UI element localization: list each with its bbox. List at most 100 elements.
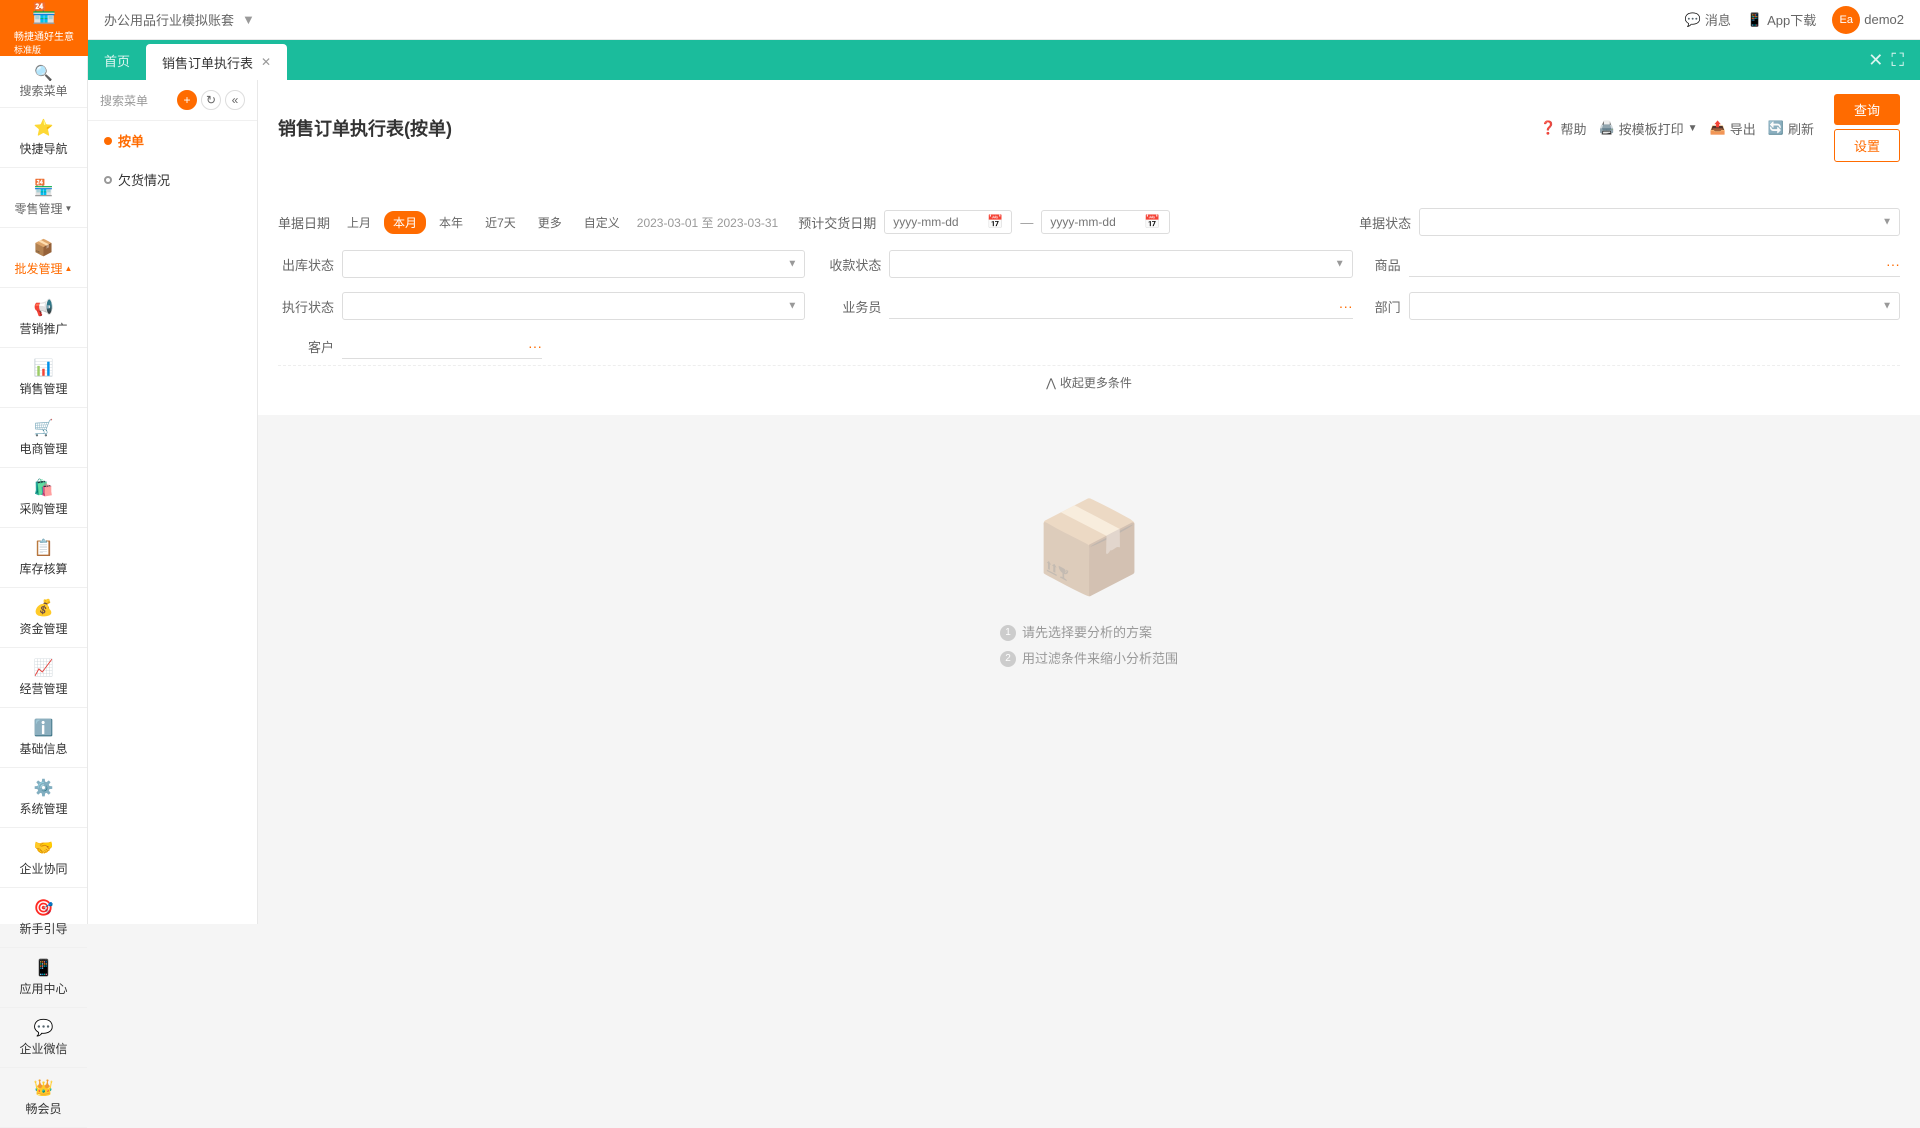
collect-status-select-wrap: ▼ (889, 250, 1352, 278)
empty-state-tips: 1 请先选择要分析的方案 2 用过滤条件来缩小分析范围 (1000, 620, 1178, 672)
sidebar-item-wechat[interactable]: 💬 企业微信 (0, 1008, 87, 1068)
sidebar-item-basic[interactable]: ℹ️ 基础信息 (0, 708, 87, 768)
goods-dots-icon[interactable]: ··· (1886, 256, 1900, 272)
user-avatar-area[interactable]: Ea demo2 (1832, 6, 1904, 34)
breadcrumb-arrow-icon[interactable]: ▼ (242, 12, 255, 27)
date-this-year-btn[interactable]: 本年 (430, 211, 472, 234)
expected-date-area: 预计交货日期 📅 — 📅 (798, 210, 1339, 234)
tab-expand-area: ✕ ⛶ (1868, 50, 1920, 71)
empty-state-icon: 📦 (1033, 495, 1145, 600)
sidebar-item-vip[interactable]: 👑 畅会员 (0, 1068, 87, 1128)
settings-button[interactable]: 设置 (1834, 129, 1900, 162)
sub-sidebar-header: 搜索菜单 + ↻ « (88, 80, 257, 121)
help-button[interactable]: ❓ 帮助 (1540, 119, 1586, 138)
collect-status-label: 收款状态 (825, 255, 881, 274)
calendar-to-icon[interactable]: 📅 (1144, 214, 1160, 230)
query-button[interactable]: 查询 (1834, 94, 1900, 125)
dept-select-wrap: ▼ (1409, 292, 1900, 320)
goods-input-area[interactable]: ··· (1409, 252, 1900, 277)
tab-home[interactable]: 首页 (88, 40, 146, 80)
collect-status-select[interactable] (889, 250, 1352, 278)
dept-select[interactable] (1409, 292, 1900, 320)
tabbar: 首页 销售订单执行表 ✕ ✕ ⛶ (88, 40, 1920, 80)
print-template-button[interactable]: 🖨️ 按模板打印 ▼ (1598, 119, 1697, 138)
status-label: 单据状态 (1359, 213, 1411, 232)
sidebar-item-quick-nav[interactable]: ⭐ 快捷导航 (0, 108, 87, 168)
collapse-more-button[interactable]: ⋀ 收起更多条件 (1046, 374, 1132, 391)
tab-maximize-icon[interactable]: ⛶ (1891, 50, 1904, 71)
customer-dots-icon[interactable]: ··· (528, 338, 542, 354)
date-last-month-btn[interactable]: 上月 (338, 211, 380, 234)
sidebar-item-finance[interactable]: 💰 资金管理 (0, 588, 87, 648)
sub-search-label: 搜索菜单 (100, 92, 148, 109)
sidebar-item-search[interactable]: 🔍 搜索菜单 (0, 56, 87, 108)
active-dot-icon (104, 137, 112, 145)
sidebar-item-inventory[interactable]: 📋 库存核算 (0, 528, 87, 588)
sidebar-item-wholesale[interactable]: 📦 批发管理▲ (0, 228, 87, 288)
empty-tip-2: 2 用过滤条件来缩小分析范围 (1000, 646, 1178, 672)
goods-area: 商品 ··· (1373, 252, 1900, 277)
sidebar-item-purchase[interactable]: 🛍️ 采购管理 (0, 468, 87, 528)
salesperson-area: 业务员 ··· (825, 294, 1352, 319)
tab-close-all-icon[interactable]: ✕ (1868, 50, 1883, 71)
tab-sales-order[interactable]: 销售订单执行表 ✕ (146, 44, 287, 80)
tab-close-icon[interactable]: ✕ (261, 55, 271, 69)
search-form: 单据日期 上月 本月 本年 近7天 更多 自定义 2023-03-01 至 20… (258, 192, 1920, 415)
export-button[interactable]: 📤 导出 (1710, 119, 1756, 138)
collapse-icon: ⋀ (1046, 376, 1056, 390)
expected-date-from-input[interactable]: 📅 (884, 210, 1012, 234)
sidebar-item-ecommerce[interactable]: 🛒 电商管理 (0, 408, 87, 468)
sidebar-item-marketing[interactable]: 📢 营销推广 (0, 288, 87, 348)
expected-date-to-field[interactable] (1050, 215, 1140, 229)
sidebar-item-appstore[interactable]: 📱 应用中心 (0, 948, 87, 1008)
add-plan-button[interactable]: + (177, 90, 197, 110)
exec-status-select-wrap: ▼ (342, 292, 805, 320)
search-row-3: 执行状态 ▼ 业务员 ··· (278, 292, 1900, 320)
sidebar-item-retail[interactable]: 🏪 零售管理▼ (0, 168, 87, 228)
collect-status-area: 收款状态 ▼ (825, 250, 1352, 278)
sidebar-item-system[interactable]: ⚙️ 系统管理 (0, 768, 87, 828)
inactive-dot-icon (104, 176, 112, 184)
message-icon: 💬 (1685, 12, 1701, 28)
refresh-button[interactable]: 🔄 刷新 (1768, 119, 1814, 138)
help-icon: ❓ (1540, 120, 1556, 136)
search-row-1: 单据日期 上月 本月 本年 近7天 更多 自定义 2023-03-01 至 20… (278, 208, 1900, 236)
salesperson-dots-icon[interactable]: ··· (1339, 298, 1353, 314)
customer-label: 客户 (278, 337, 334, 356)
export-icon: 📤 (1710, 120, 1726, 136)
exec-status-select[interactable] (342, 292, 805, 320)
topbar: 办公用品行业模拟账套 ▼ 💬 消息 📱 App下载 Ea demo2 (88, 0, 1920, 40)
salesperson-input-area[interactable]: ··· (889, 294, 1352, 319)
sidebar-item-guide[interactable]: 🎯 新手引导 (0, 888, 87, 948)
date-custom-btn[interactable]: 自定义 (575, 211, 629, 234)
expected-date-to-input[interactable]: 📅 (1041, 210, 1169, 234)
sidebar-item-sales[interactable]: 📊 销售管理 (0, 348, 87, 408)
date-this-month-btn[interactable]: 本月 (384, 211, 426, 234)
print-dropdown-icon: ▼ (1688, 123, 1698, 134)
goods-label: 商品 (1373, 255, 1401, 274)
sub-sidebar-tools: + ↻ « (177, 90, 245, 110)
empty-state: 📦 1 请先选择要分析的方案 2 用过滤条件来缩小分析范围 (258, 415, 1920, 752)
message-button[interactable]: 💬 消息 (1685, 10, 1731, 29)
sub-nav-by-order[interactable]: 按单 (88, 121, 257, 160)
status-select[interactable] (1419, 208, 1900, 236)
refresh-plan-button[interactable]: ↻ (201, 90, 221, 110)
app-download-button[interactable]: 📱 App下载 (1747, 10, 1816, 29)
status-select-wrap: ▼ (1419, 208, 1900, 236)
expected-date-from-field[interactable] (893, 215, 983, 229)
sub-nav-shortage[interactable]: 欠货情况 (88, 160, 257, 199)
breadcrumb-text: 办公用品行业模拟账套 (104, 10, 234, 29)
expected-date-label: 预计交货日期 (798, 213, 876, 232)
customer-input-area[interactable]: ··· (342, 334, 542, 359)
date-shortcuts: 上月 本月 本年 近7天 更多 自定义 (338, 211, 629, 234)
sidebar-item-operation[interactable]: 📈 经营管理 (0, 648, 87, 708)
calendar-from-icon[interactable]: 📅 (987, 214, 1003, 230)
out-status-select[interactable] (342, 250, 805, 278)
date-more-btn[interactable]: 更多 (529, 211, 571, 234)
sidebar-item-collab[interactable]: 🤝 企业协同 (0, 828, 87, 888)
collapse-more-row: ⋀ 收起更多条件 (278, 365, 1900, 399)
out-status-select-wrap: ▼ (342, 250, 805, 278)
collapse-sidebar-button[interactable]: « (225, 90, 245, 110)
print-icon: 🖨️ (1598, 120, 1614, 136)
date-last-7days-btn[interactable]: 近7天 (476, 211, 525, 234)
